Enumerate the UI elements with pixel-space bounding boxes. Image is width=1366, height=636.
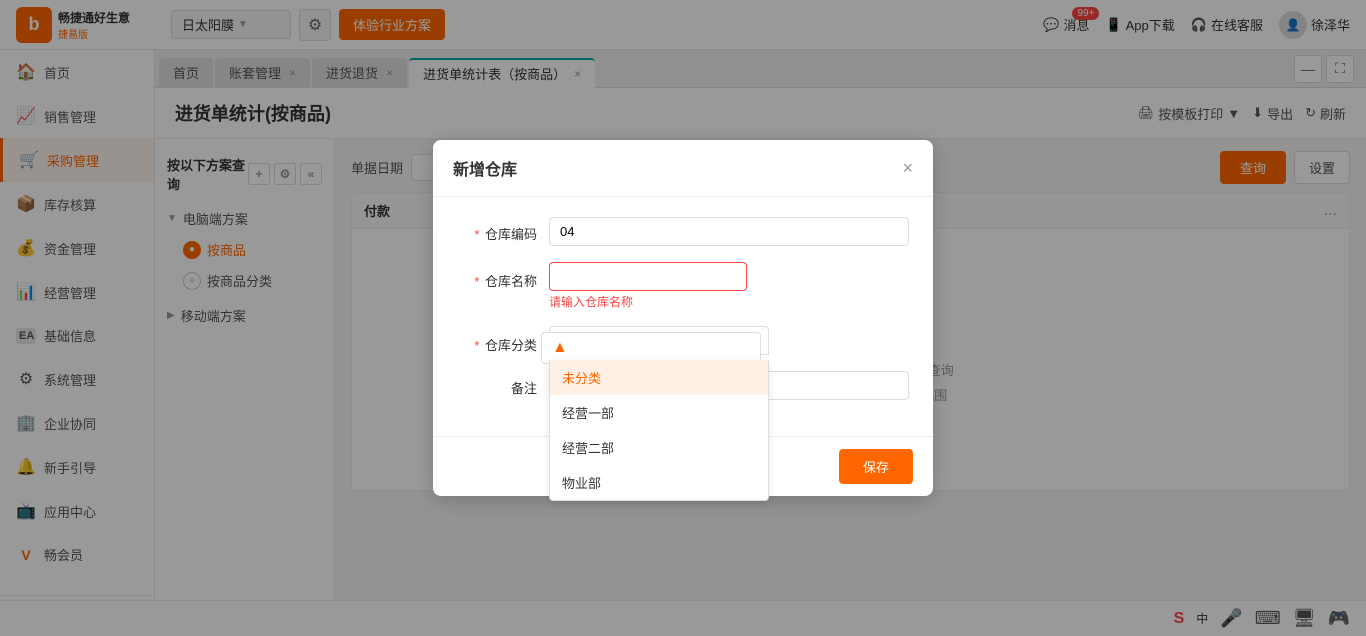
category-dropdown: 未分类 经营一部 经营二部 物业部 [549,360,769,501]
category-label: * 仓库分类 [457,328,537,354]
form-row-name: * 仓库名称 请输入仓库名称 [457,262,909,310]
modal-title: 新增仓库 [453,156,517,180]
save-button[interactable]: 保存 [839,449,913,484]
code-input[interactable] [549,217,909,246]
modal-overlay: 新增仓库 × * 仓库编码 * 仓库名称 [0,0,1366,636]
form-row-category: * 仓库分类 ▲ 未分类 经营一部 经营二部 物业部 [457,326,909,355]
name-error-msg: 请输入仓库名称 [549,293,633,310]
dropdown-item-none[interactable]: 未分类 [550,360,768,395]
modal-body: * 仓库编码 * 仓库名称 请输入仓库名称 [433,197,933,436]
code-label: * 仓库编码 [457,217,537,243]
modal-close-button[interactable]: × [902,158,913,179]
dropdown-item-ops2[interactable]: 经营二部 [550,430,768,465]
dropdown-item-property[interactable]: 物业部 [550,465,768,500]
dropdown-item-ops1[interactable]: 经营一部 [550,395,768,430]
category-select-wrapper: ▲ 未分类 经营一部 经营二部 物业部 [549,326,769,355]
add-warehouse-modal: 新增仓库 × * 仓库编码 * 仓库名称 [433,140,933,496]
modal-header: 新增仓库 × [433,140,933,197]
notes-label: 备注 [457,371,537,397]
name-label: * 仓库名称 [457,264,537,290]
form-row-code: * 仓库编码 [457,217,909,246]
name-input[interactable] [549,262,747,291]
